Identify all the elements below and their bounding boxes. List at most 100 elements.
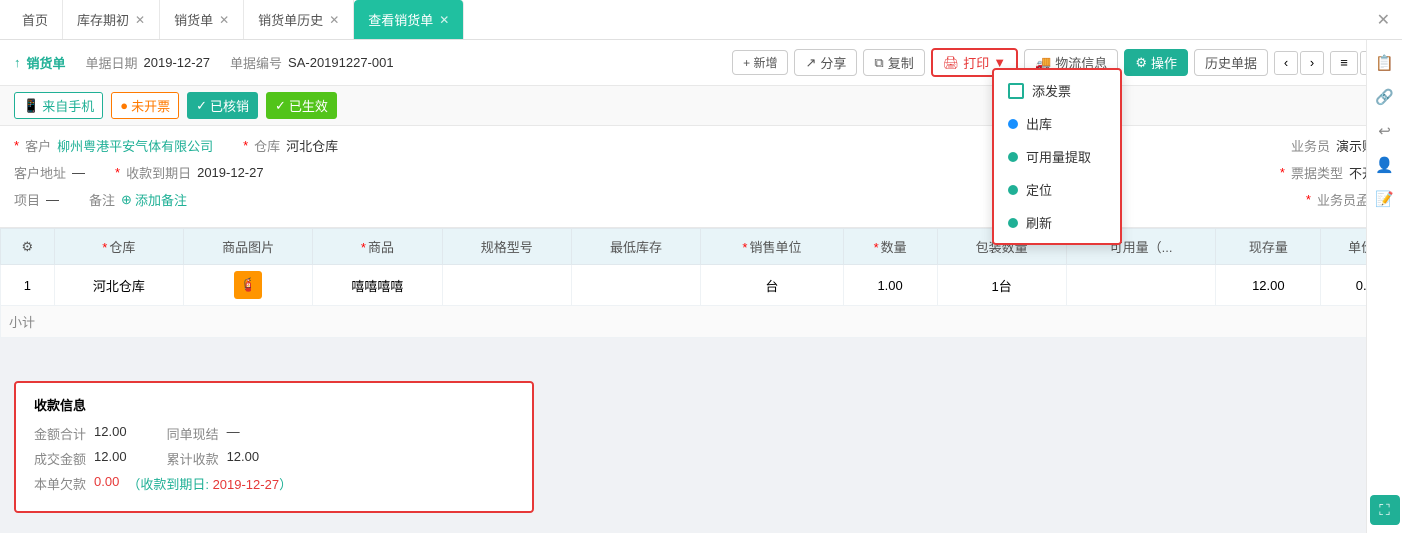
cumulative-payment-value: 12.00 <box>227 449 260 468</box>
total-amount-value: 12.00 <box>94 424 127 443</box>
row-available <box>1066 265 1216 306</box>
tab-home[interactable]: 首页 <box>8 0 63 39</box>
list-view-button[interactable]: ≡ <box>1330 51 1358 75</box>
product-thumbnail: 🧯 <box>234 271 262 299</box>
history-button[interactable]: 历史单据 <box>1194 49 1268 76</box>
available-qty-dot <box>1008 152 1018 162</box>
row-spec <box>442 265 571 306</box>
row-unit: 台 <box>701 265 844 306</box>
col-product-img: 商品图片 <box>183 229 312 265</box>
row-min-stock <box>571 265 700 306</box>
form-row-3: 项目 — 备注 ⊕ 添加备注 * 业务员孟 — <box>14 190 1388 209</box>
warehouse-field: * 仓库 河北仓库 <box>243 136 338 155</box>
doc-header: ↑ 销货单 单据日期 2019-12-27 单据编号 SA-20191227-0… <box>0 40 1402 86</box>
dot-orange: ● <box>120 98 128 113</box>
tab-sales-close[interactable]: ✕ <box>219 13 229 27</box>
table-row: 1 河北仓库 🧯 嘻嘻嘻嘻 台 1.00 1台 12.00 0. <box>1 265 1402 306</box>
sidebar-icon-return[interactable]: ↩ <box>1370 116 1400 146</box>
outbound-dot <box>1008 119 1018 129</box>
col-warehouse: *仓库 <box>54 229 183 265</box>
doc-icon: ↑ <box>14 55 21 70</box>
customer-value[interactable]: 柳州粤港平安气体有限公司 <box>57 136 213 155</box>
row-stock: 12.00 <box>1216 265 1321 306</box>
cumulative-payment-field: 累计收款 12.00 <box>167 449 260 468</box>
nav-arrows: ‹ › <box>1274 51 1324 75</box>
next-arrow[interactable]: › <box>1300 51 1324 75</box>
subtotal-label: 小计 <box>1 306 1402 338</box>
sidebar-icon-note[interactable]: 📝 <box>1370 184 1400 214</box>
sidebar-icon-link[interactable]: 🔗 <box>1370 82 1400 112</box>
share-button[interactable]: ↗ 分享 <box>794 49 857 76</box>
row-warehouse: 河北仓库 <box>54 265 183 306</box>
same-order-settle-value: — <box>227 424 240 443</box>
note-field: 备注 ⊕ 添加备注 <box>89 190 187 209</box>
sidebar-icon-expand[interactable]: ⛶ <box>1370 495 1400 525</box>
not-open-button[interactable]: ● 未开票 <box>111 92 179 119</box>
copy-button[interactable]: ⧉ 复制 <box>863 49 924 76</box>
dropdown-available-qty[interactable]: 可用量提取 <box>994 140 1120 173</box>
order-debt-value: 0.00 <box>94 474 119 493</box>
deal-amount-value: 12.00 <box>94 449 127 468</box>
tab-bar: 首页 库存期初 ✕ 销货单 ✕ 销货单历史 ✕ 查看销货单 ✕ ✕ <box>0 0 1402 40</box>
tab-sales-history[interactable]: 销货单历史 ✕ <box>244 0 354 39</box>
sidebar-icon-doc[interactable]: 📋 <box>1370 48 1400 78</box>
add-note-button[interactable]: ⊕ 添加备注 <box>121 190 187 209</box>
from-mobile-button[interactable]: 📱 来自手机 <box>14 92 103 119</box>
doc-title-text: 销货单 <box>27 53 66 72</box>
locate-dot <box>1008 185 1018 195</box>
ops-dropdown: 添发票 出库 可用量提取 定位 刷新 <box>992 68 1122 245</box>
payment-info-box: 收款信息 金额合计 12.00 同单现结 — 成交金额 12.00 累计收款 1… <box>14 381 534 513</box>
col-unit: *销售单位 <box>701 229 844 265</box>
new-button[interactable]: + 新增 <box>732 50 788 75</box>
col-stock: 现存量 <box>1216 229 1321 265</box>
tab-inventory[interactable]: 库存期初 ✕ <box>63 0 160 39</box>
dropdown-locate[interactable]: 定位 <box>994 173 1120 206</box>
invoice-icon <box>1008 83 1024 99</box>
order-debt-extra: （收款到期日: 2019-12-27） <box>127 474 292 493</box>
tab-sales-history-close[interactable]: ✕ <box>329 13 339 27</box>
ops-button[interactable]: ⚙ 操作 <box>1124 49 1188 76</box>
tab-view-sales[interactable]: 查看销货单 ✕ <box>354 0 464 39</box>
date-value: 2019-12-27 <box>144 55 211 70</box>
copy-icon: ⧉ <box>874 55 883 71</box>
deal-amount-field: 成交金额 12.00 <box>34 449 127 468</box>
payment-info-title: 收款信息 <box>34 395 514 414</box>
due-date-value: 2019-12-27 <box>197 165 264 180</box>
col-product: *商品 <box>313 229 442 265</box>
ops-icon: ⚙ <box>1135 55 1147 71</box>
tab-view-sales-label: 查看销货单 <box>368 10 433 29</box>
dropdown-add-invoice[interactable]: 添发票 <box>994 74 1120 107</box>
dropdown-outbound[interactable]: 出库 <box>994 107 1120 140</box>
project-value: — <box>46 192 59 207</box>
effect-button[interactable]: ✓ 已生效 <box>266 92 337 119</box>
prev-arrow[interactable]: ‹ <box>1274 51 1298 75</box>
refresh-dot <box>1008 218 1018 228</box>
col-min-stock: 最低库存 <box>571 229 700 265</box>
settings-icon: ⚙ <box>22 239 34 254</box>
no-label: 单据编号 <box>230 53 282 72</box>
confirmed-button[interactable]: ✓ 已核销 <box>187 92 258 119</box>
table-area: ⚙ *仓库 商品图片 *商品 规格型号 最低库存 *销售单位 *数量 包装数量 … <box>0 228 1402 338</box>
due-date-field: * 收款到期日 2019-12-27 <box>115 163 264 182</box>
project-field: 项目 — <box>14 190 59 209</box>
address-field: 客户地址 — <box>14 163 85 182</box>
mobile-icon: 📱 <box>23 98 39 114</box>
form-area: * 客户 柳州粤港平安气体有限公司 * 仓库 河北仓库 业务员 演示账号 客户地… <box>0 126 1402 228</box>
sidebar-icon-user[interactable]: 👤 <box>1370 150 1400 180</box>
payment-row-2: 成交金额 12.00 累计收款 12.00 <box>34 449 514 468</box>
col-spec: 规格型号 <box>442 229 571 265</box>
doc-no-meta: 单据编号 SA-20191227-001 <box>230 53 394 72</box>
col-settings[interactable]: ⚙ <box>1 229 55 265</box>
tab-sales[interactable]: 销货单 ✕ <box>160 0 244 39</box>
payment-row-3: 本单欠款 0.00 （收款到期日: 2019-12-27） <box>34 474 514 493</box>
tab-view-sales-close[interactable]: ✕ <box>439 13 449 27</box>
dropdown-refresh[interactable]: 刷新 <box>994 206 1120 239</box>
right-sidebar: 📋 🔗 ↩ 👤 📝 ⛶ <box>1366 40 1402 533</box>
same-order-settle-field: 同单现结 — <box>167 424 240 443</box>
tab-inventory-close[interactable]: ✕ <box>135 13 145 27</box>
address-value: — <box>72 165 85 180</box>
check-icon: ✓ <box>196 98 207 114</box>
window-close-button[interactable]: ✕ <box>1377 10 1390 30</box>
effect-check-icon: ✓ <box>275 98 286 114</box>
table-header: ⚙ *仓库 商品图片 *商品 规格型号 最低库存 *销售单位 *数量 包装数量 … <box>1 229 1402 265</box>
